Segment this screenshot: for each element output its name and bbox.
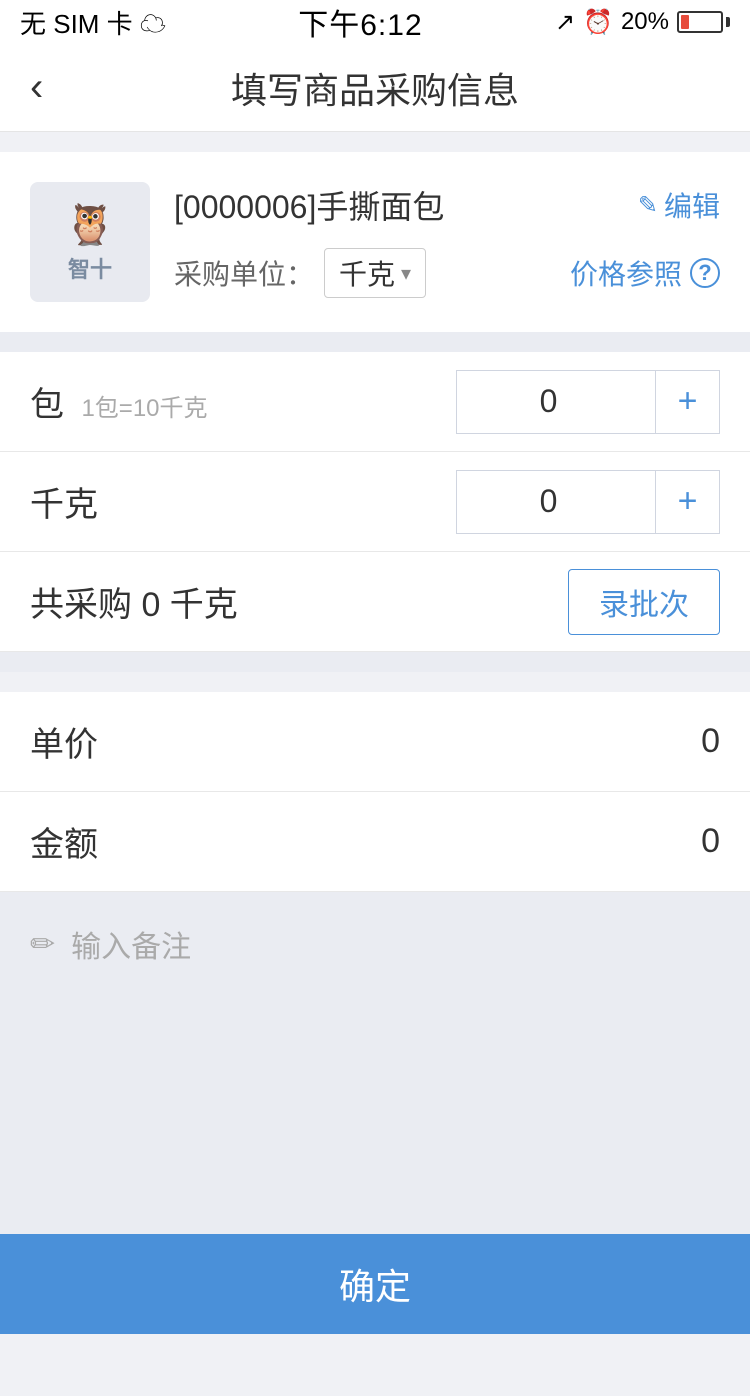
alarm-icon: ⏰ — [583, 8, 613, 37]
owl-icon: 🦉 — [65, 201, 115, 248]
amount-row: 金额 0 — [0, 792, 750, 892]
dropdown-arrow-icon: ▾ — [401, 261, 411, 286]
confirm-label: 确定 — [339, 1258, 411, 1310]
battery-icon — [677, 11, 730, 33]
unit-price-value: 0 — [701, 722, 720, 761]
notes-section[interactable]: ✏ 输入备注 — [0, 892, 750, 996]
location-icon: ↗ — [555, 8, 575, 37]
summary-row: 共采购 0 千克 录批次 — [0, 552, 750, 652]
price-ref-icon: ? — [690, 258, 720, 288]
input-section: 包 1包=10千克 + 千克 + 共采购 0 千克 录批次 — [0, 352, 750, 652]
product-name: [0000006]手撕面包 — [174, 182, 444, 228]
kg-label: 千克 — [30, 477, 456, 526]
brand-logo: 🦉 智十 — [65, 201, 115, 284]
kg-plus-button[interactable]: + — [656, 470, 720, 534]
bao-label: 包 1包=10千克 — [30, 377, 456, 426]
product-image: 🦉 智十 — [30, 182, 150, 302]
total-purchase-text: 共采购 0 千克 — [30, 577, 238, 626]
purchase-unit-label: 采购单位： — [174, 253, 314, 293]
edit-icon: ✎ — [638, 191, 658, 220]
section-divider-2 — [0, 652, 750, 672]
bao-input-row: 包 1包=10千克 + — [0, 352, 750, 452]
back-button[interactable]: ‹ — [20, 55, 53, 120]
bao-label-text: 包 — [30, 386, 64, 424]
kg-input-row: 千克 + — [0, 452, 750, 552]
unit-dropdown[interactable]: 千克 ▾ — [324, 248, 426, 298]
price-section: 单价 0 金额 0 — [0, 692, 750, 892]
amount-label: 金额 — [30, 817, 98, 866]
section-divider-1 — [0, 332, 750, 352]
edit-button[interactable]: ✎ 编辑 — [638, 185, 720, 225]
product-card: 🦉 智十 [0000006]手撕面包 ✎ 编辑 采购单位： 千克 ▾ — [0, 152, 750, 332]
record-batch-button[interactable]: 录批次 — [568, 569, 720, 635]
price-ref-label: 价格参照 — [570, 253, 682, 293]
status-left: 无 SIM 卡 ☁ — [20, 4, 166, 41]
brand-text: 智十 — [68, 252, 112, 284]
product-name-row: [0000006]手撕面包 ✎ 编辑 — [174, 182, 720, 228]
kg-quantity-input[interactable] — [456, 470, 656, 534]
nav-bar: ‹ 填写商品采购信息 — [0, 44, 750, 132]
price-reference-button[interactable]: 价格参照 ? — [570, 253, 720, 293]
page-title: 填写商品采购信息 — [231, 62, 519, 114]
amount-value: 0 — [701, 822, 720, 861]
unit-value: 千克 — [339, 253, 395, 293]
status-right: ↗ ⏰ 20% — [555, 8, 730, 37]
edit-label: 编辑 — [664, 185, 720, 225]
product-info: [0000006]手撕面包 ✎ 编辑 采购单位： 千克 ▾ 价格参照 ? — [174, 182, 720, 298]
bao-plus-button[interactable]: + — [656, 370, 720, 434]
status-time: 下午6:12 — [298, 0, 422, 44]
kg-input-control: + — [456, 470, 720, 534]
status-bar: 无 SIM 卡 ☁ 下午6:12 ↗ ⏰ 20% — [0, 0, 750, 44]
purchase-unit-row: 采购单位： 千克 ▾ 价格参照 ? — [174, 248, 720, 298]
sim-status: 无 SIM 卡 ☁ — [20, 4, 166, 41]
confirm-button[interactable]: 确定 — [0, 1234, 750, 1334]
bao-quantity-input[interactable] — [456, 370, 656, 434]
notes-placeholder: 输入备注 — [71, 922, 191, 966]
battery-percent: 20% — [621, 8, 669, 36]
unit-price-label: 单价 — [30, 717, 98, 766]
pencil-icon: ✏ — [30, 927, 55, 962]
bao-input-control: + — [456, 370, 720, 434]
bao-sublabel: 1包=10千克 — [81, 395, 207, 422]
unit-price-row: 单价 0 — [0, 692, 750, 792]
